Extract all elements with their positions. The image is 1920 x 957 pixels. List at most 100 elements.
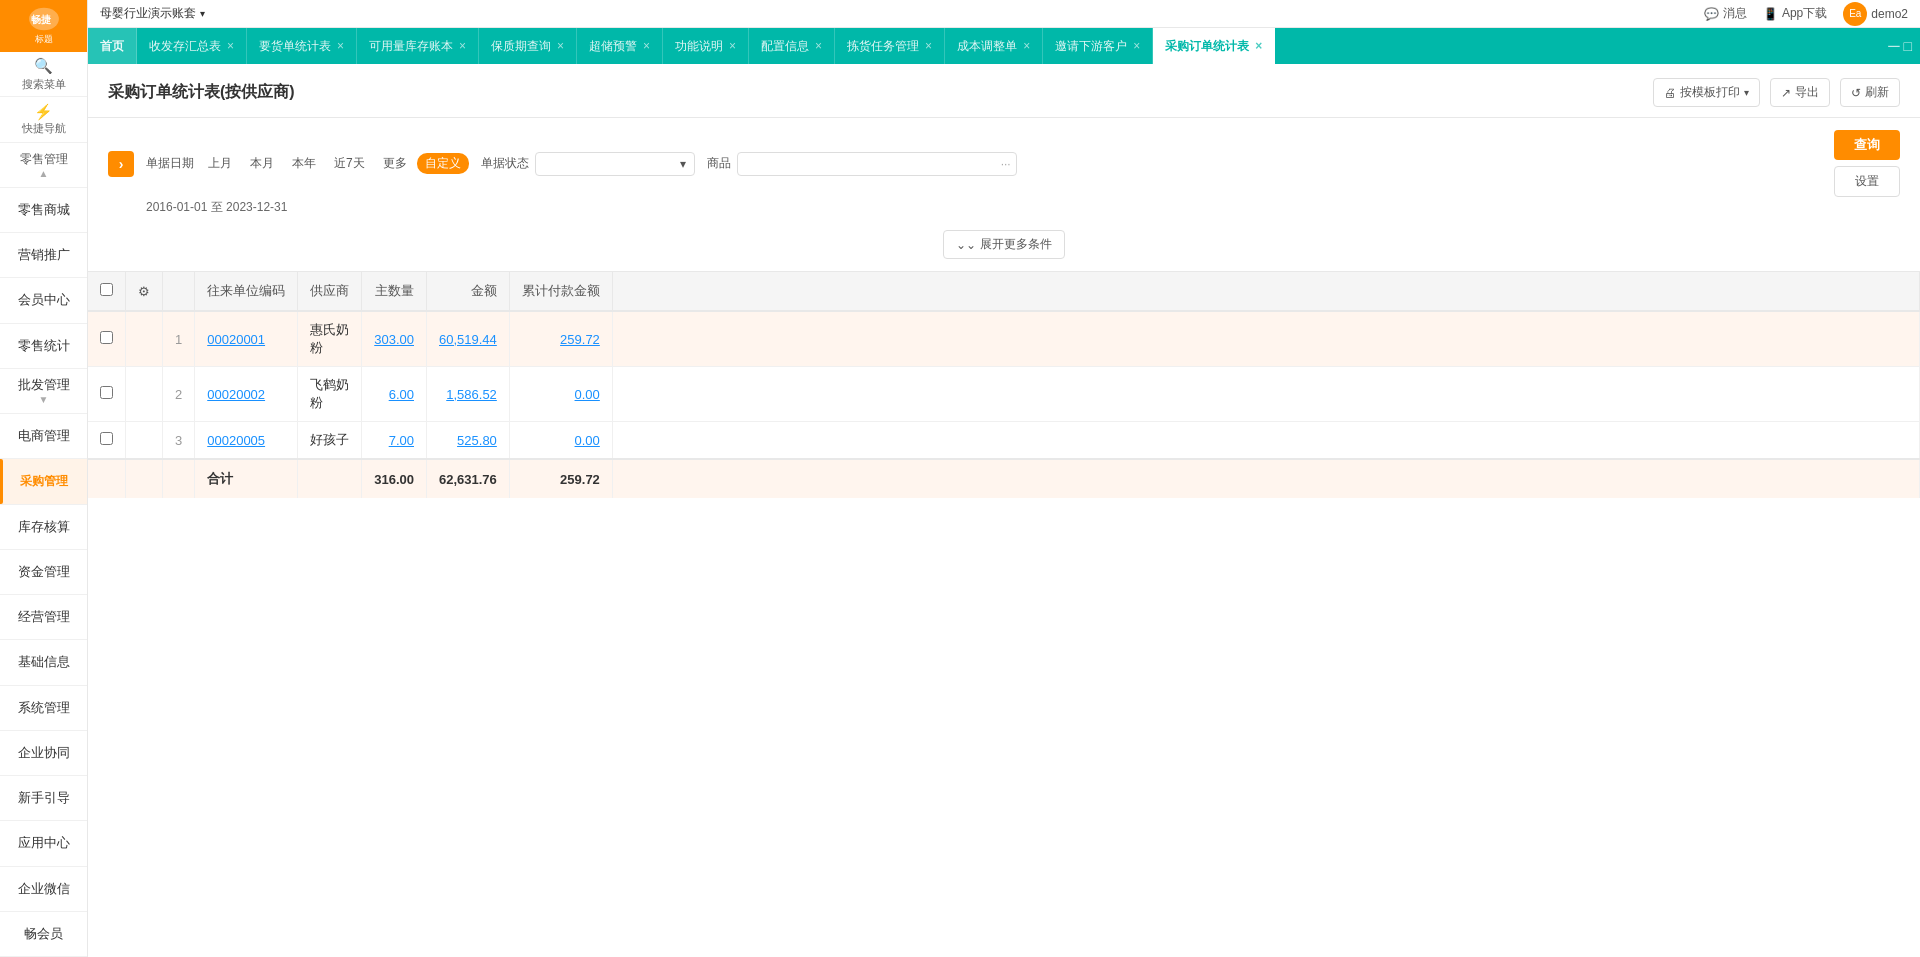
window-controls: ─ □: [1880, 37, 1920, 55]
tab-chaochun-close[interactable]: ×: [643, 39, 650, 53]
tab-yaohuoDanj-close[interactable]: ×: [337, 39, 344, 53]
settings-button[interactable]: 设置: [1834, 166, 1900, 197]
status-filter-label: 单据状态: [481, 155, 529, 172]
td-code-3[interactable]: 00020005: [195, 422, 298, 460]
tab-peizhi-close[interactable]: ×: [815, 39, 822, 53]
td-checkbox-1[interactable]: [88, 311, 126, 367]
sidebar-item-ecommerce[interactable]: 电商管理: [0, 414, 88, 459]
tab-keyongLiang-close[interactable]: ×: [459, 39, 466, 53]
export-button[interactable]: ↗ 导出: [1770, 78, 1830, 107]
filter-action-buttons: 查询 设置: [1834, 130, 1900, 197]
sidebar-logo: 畅捷 标题: [0, 0, 88, 52]
td-amount-3[interactable]: 525.80: [427, 422, 510, 460]
sidebar-item-appcenter[interactable]: 应用中心: [0, 821, 88, 866]
tab-baozhiQi-close[interactable]: ×: [557, 39, 564, 53]
td-qty-3[interactable]: 7.00: [362, 422, 427, 460]
sidebar-item-label: 企业协同: [18, 744, 70, 762]
tab-paihuoRenwu[interactable]: 拣货任务管理 ×: [835, 28, 945, 64]
svg-text:畅捷: 畅捷: [31, 14, 52, 25]
goods-input[interactable]: [737, 152, 1017, 176]
sidebar-item-system[interactable]: 系统管理: [0, 686, 88, 731]
tab-home[interactable]: 首页: [88, 28, 137, 64]
sidebar-item-ops[interactable]: 经营管理: [0, 595, 88, 640]
tab-yaohuoDanj[interactable]: 要货单统计表 ×: [247, 28, 357, 64]
th-code-label: 往来单位编码: [207, 283, 285, 298]
sidebar-item-retail[interactable]: 零售管理 ▲: [0, 143, 88, 188]
date-custom-button[interactable]: 自定义: [417, 153, 469, 174]
tab-chengben[interactable]: 成本调整单 ×: [945, 28, 1043, 64]
date-7days-button[interactable]: 近7天: [326, 152, 373, 175]
tab-chengben-close[interactable]: ×: [1023, 39, 1030, 53]
msg-button[interactable]: 💬 消息: [1704, 5, 1747, 22]
sidebar-item-member[interactable]: 会员中心: [0, 278, 88, 323]
account-dropdown[interactable]: 母婴行业演示账套 ▾: [100, 5, 205, 22]
column-settings-icon[interactable]: ⚙: [138, 284, 150, 299]
tfoot-gear: [126, 459, 163, 498]
td-paid-2[interactable]: 0.00: [509, 367, 612, 422]
td-qty-2[interactable]: 6.00: [362, 367, 427, 422]
sidebar-item-basic[interactable]: 基础信息: [0, 640, 88, 685]
date-more-button[interactable]: 更多: [375, 152, 415, 175]
date-thisyear-button[interactable]: 本年: [284, 152, 324, 175]
tab-paihuoRenwu-close[interactable]: ×: [925, 39, 932, 53]
td-amount-1[interactable]: 60,519.44: [427, 311, 510, 367]
sidebar-item-vip[interactable]: 畅会员: [0, 912, 88, 957]
window-minimize-icon[interactable]: ─: [1888, 37, 1899, 55]
td-amount-2[interactable]: 1,586.52: [427, 367, 510, 422]
th-qty-label: 主数量: [375, 283, 414, 298]
status-select[interactable]: ▾: [535, 152, 695, 176]
sidebar-item-corpwx[interactable]: 企业微信: [0, 867, 88, 912]
sidebar-item-retail-stat[interactable]: 零售统计: [0, 324, 88, 369]
window-maximize-icon[interactable]: □: [1904, 38, 1912, 54]
tab-yaoqing-close[interactable]: ×: [1133, 39, 1140, 53]
tab-caigouDan-close[interactable]: ×: [1255, 39, 1262, 53]
sidebar-item-retail-mall[interactable]: 零售商城: [0, 188, 88, 233]
tab-shoufaHuizong-close[interactable]: ×: [227, 39, 234, 53]
td-qty-1[interactable]: 303.00: [362, 311, 427, 367]
user-profile[interactable]: Ea demo2: [1843, 2, 1908, 26]
date-lastmonth-button[interactable]: 上月: [200, 152, 240, 175]
td-paid-1[interactable]: 259.72: [509, 311, 612, 367]
tab-peizhi[interactable]: 配置信息 ×: [749, 28, 835, 64]
td-code-2[interactable]: 00020002: [195, 367, 298, 422]
tab-shoufaHuizong[interactable]: 收发存汇总表 ×: [137, 28, 247, 64]
row-checkbox-2[interactable]: [100, 386, 113, 399]
tab-gongneng-close[interactable]: ×: [729, 39, 736, 53]
sidebar-item-finance[interactable]: 资金管理: [0, 550, 88, 595]
sidebar-item-wholesale[interactable]: 批发管理 ▼: [0, 369, 88, 414]
filter-toggle-button[interactable]: ›: [108, 151, 134, 177]
td-checkbox-2[interactable]: [88, 367, 126, 422]
filter-goods-group: 商品 ···: [707, 152, 1017, 176]
tab-chaochun[interactable]: 超储预警 ×: [577, 28, 663, 64]
date-thismonth-button[interactable]: 本月: [242, 152, 282, 175]
sidebar-item-marketing[interactable]: 营销推广: [0, 233, 88, 278]
tab-keyongLiang[interactable]: 可用量库存账本 ×: [357, 28, 479, 64]
goods-more-icon[interactable]: ···: [1001, 157, 1011, 171]
sidebar-item-newguide[interactable]: 新手引导: [0, 776, 88, 821]
th-settings[interactable]: ⚙: [126, 272, 163, 311]
sidebar-item-corp[interactable]: 企业协同: [0, 731, 88, 776]
main-area: 母婴行业演示账套 ▾ 💬 消息 📱 App下载 Ea demo2 首页 收发存汇…: [88, 0, 1920, 957]
app-download-label: App下载: [1782, 5, 1827, 22]
tab-yaoqing[interactable]: 邀请下游客户 ×: [1043, 28, 1153, 64]
tab-gongneng[interactable]: 功能说明 ×: [663, 28, 749, 64]
td-code-1[interactable]: 00020001: [195, 311, 298, 367]
sidebar-item-inventory[interactable]: 库存核算: [0, 505, 88, 550]
sidebar-item-search[interactable]: 🔍 搜索菜单: [0, 52, 88, 97]
td-checkbox-3[interactable]: [88, 422, 126, 460]
refresh-button[interactable]: ↺ 刷新: [1840, 78, 1900, 107]
app-download-button[interactable]: 📱 App下载: [1763, 5, 1827, 22]
row-checkbox-3[interactable]: [100, 432, 113, 445]
select-all-checkbox[interactable]: [100, 283, 113, 296]
sidebar-item-quicknav[interactable]: ⚡ 快捷导航: [0, 97, 88, 142]
sidebar-item-purchase[interactable]: 采购管理: [0, 459, 88, 504]
query-button[interactable]: 查询: [1834, 130, 1900, 160]
expand-more-button[interactable]: ⌄⌄ 展开更多条件: [943, 230, 1065, 259]
td-index-1: 1: [163, 311, 195, 367]
row-checkbox-1[interactable]: [100, 331, 113, 344]
tab-baozhiQi[interactable]: 保质期查询 ×: [479, 28, 577, 64]
sidebar-item-label: 新手引导: [18, 789, 70, 807]
tab-caigouDan[interactable]: 采购订单统计表 ×: [1153, 28, 1275, 64]
print-button[interactable]: 🖨 按模板打印 ▾: [1653, 78, 1760, 107]
td-paid-3[interactable]: 0.00: [509, 422, 612, 460]
